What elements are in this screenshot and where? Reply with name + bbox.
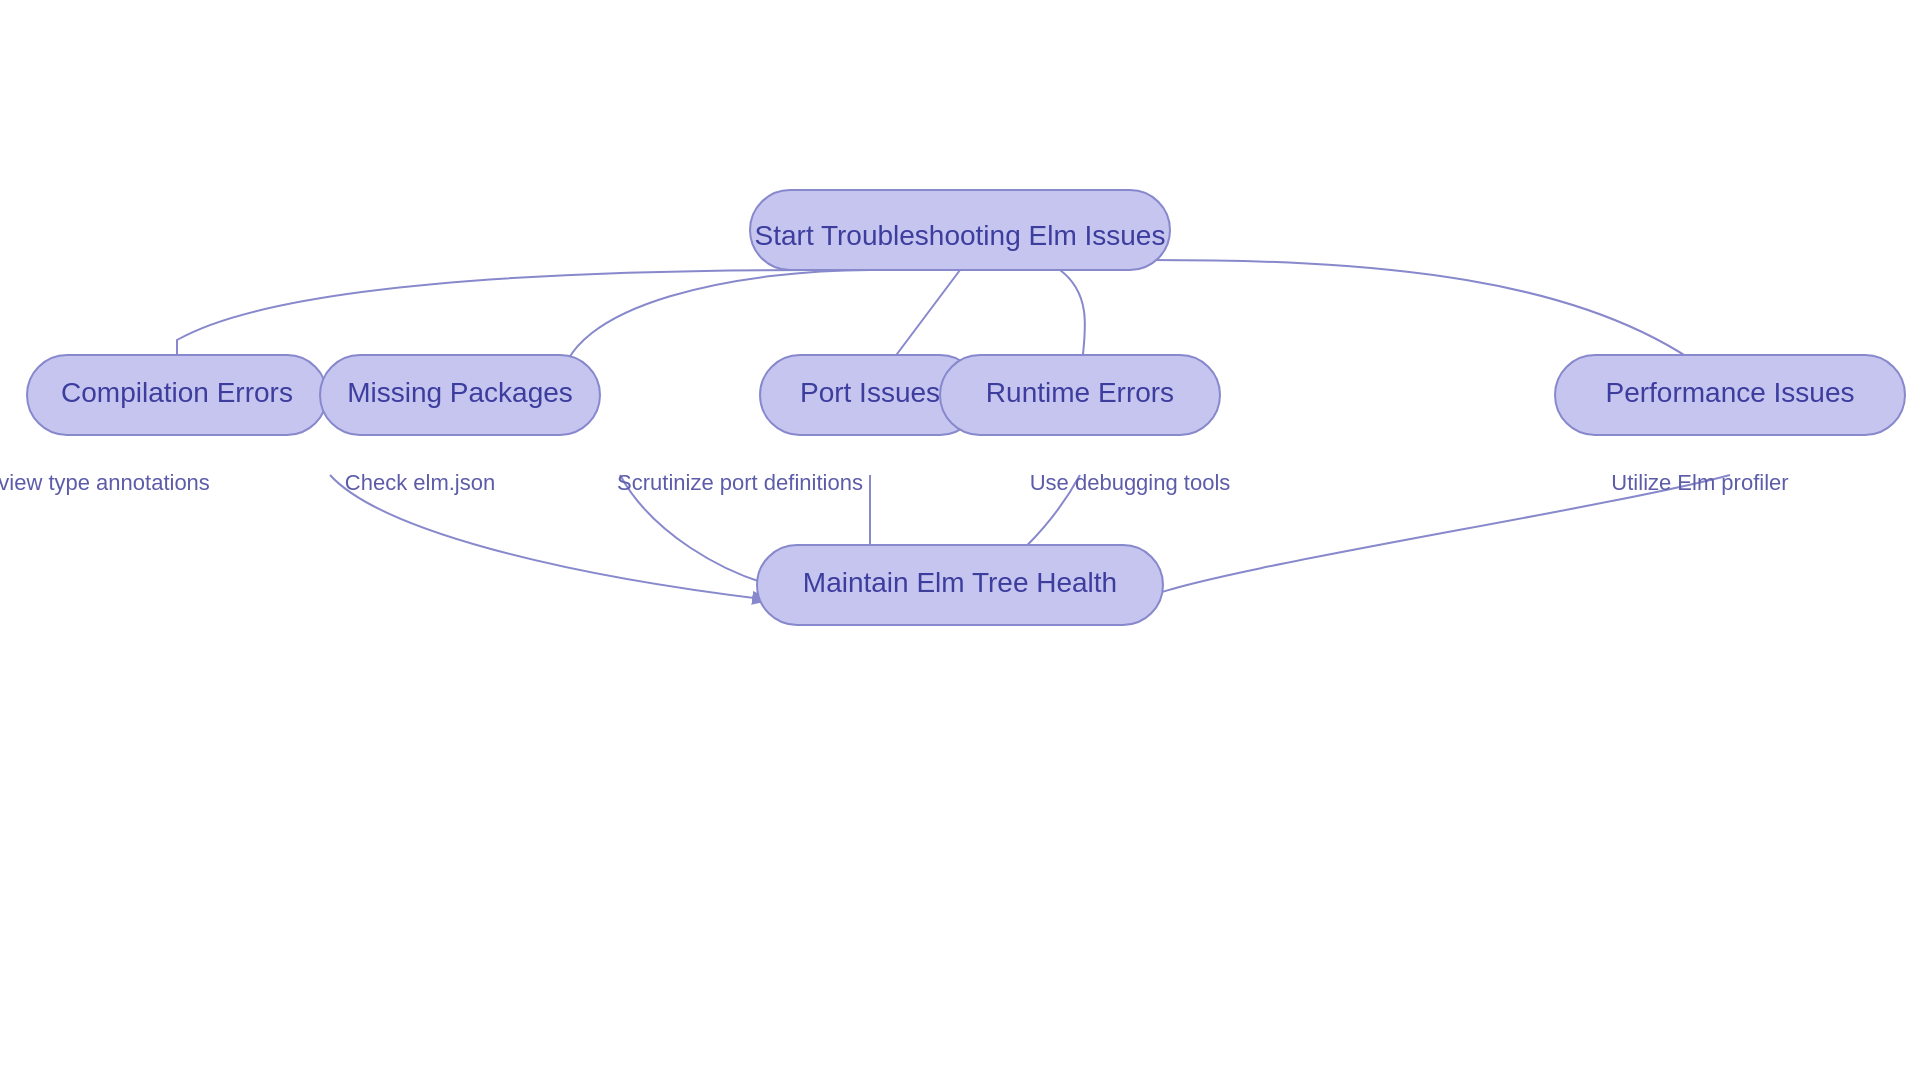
- edge-label-missing: Check elm.json: [345, 470, 495, 495]
- edge-label-compilation: Review type annotations: [0, 470, 210, 495]
- node-compilation-label: Compilation Errors: [61, 377, 293, 408]
- node-runtime-label: Runtime Errors: [986, 377, 1174, 408]
- edge-label-runtime: Use debugging tools: [1030, 470, 1231, 495]
- edge-label-performance: Utilize Elm profiler: [1611, 470, 1788, 495]
- node-missing-label: Missing Packages: [347, 377, 573, 408]
- node-maintain-label: Maintain Elm Tree Health: [803, 567, 1117, 598]
- node-performance-label: Performance Issues: [1606, 377, 1855, 408]
- diagram-container: Start Troubleshooting Elm Issues Compila…: [0, 0, 1920, 1083]
- node-port-label: Port Issues: [800, 377, 940, 408]
- edge-label-port: Scrutinize port definitions: [617, 470, 863, 495]
- node-start-label: Start Troubleshooting Elm Issues: [755, 220, 1166, 251]
